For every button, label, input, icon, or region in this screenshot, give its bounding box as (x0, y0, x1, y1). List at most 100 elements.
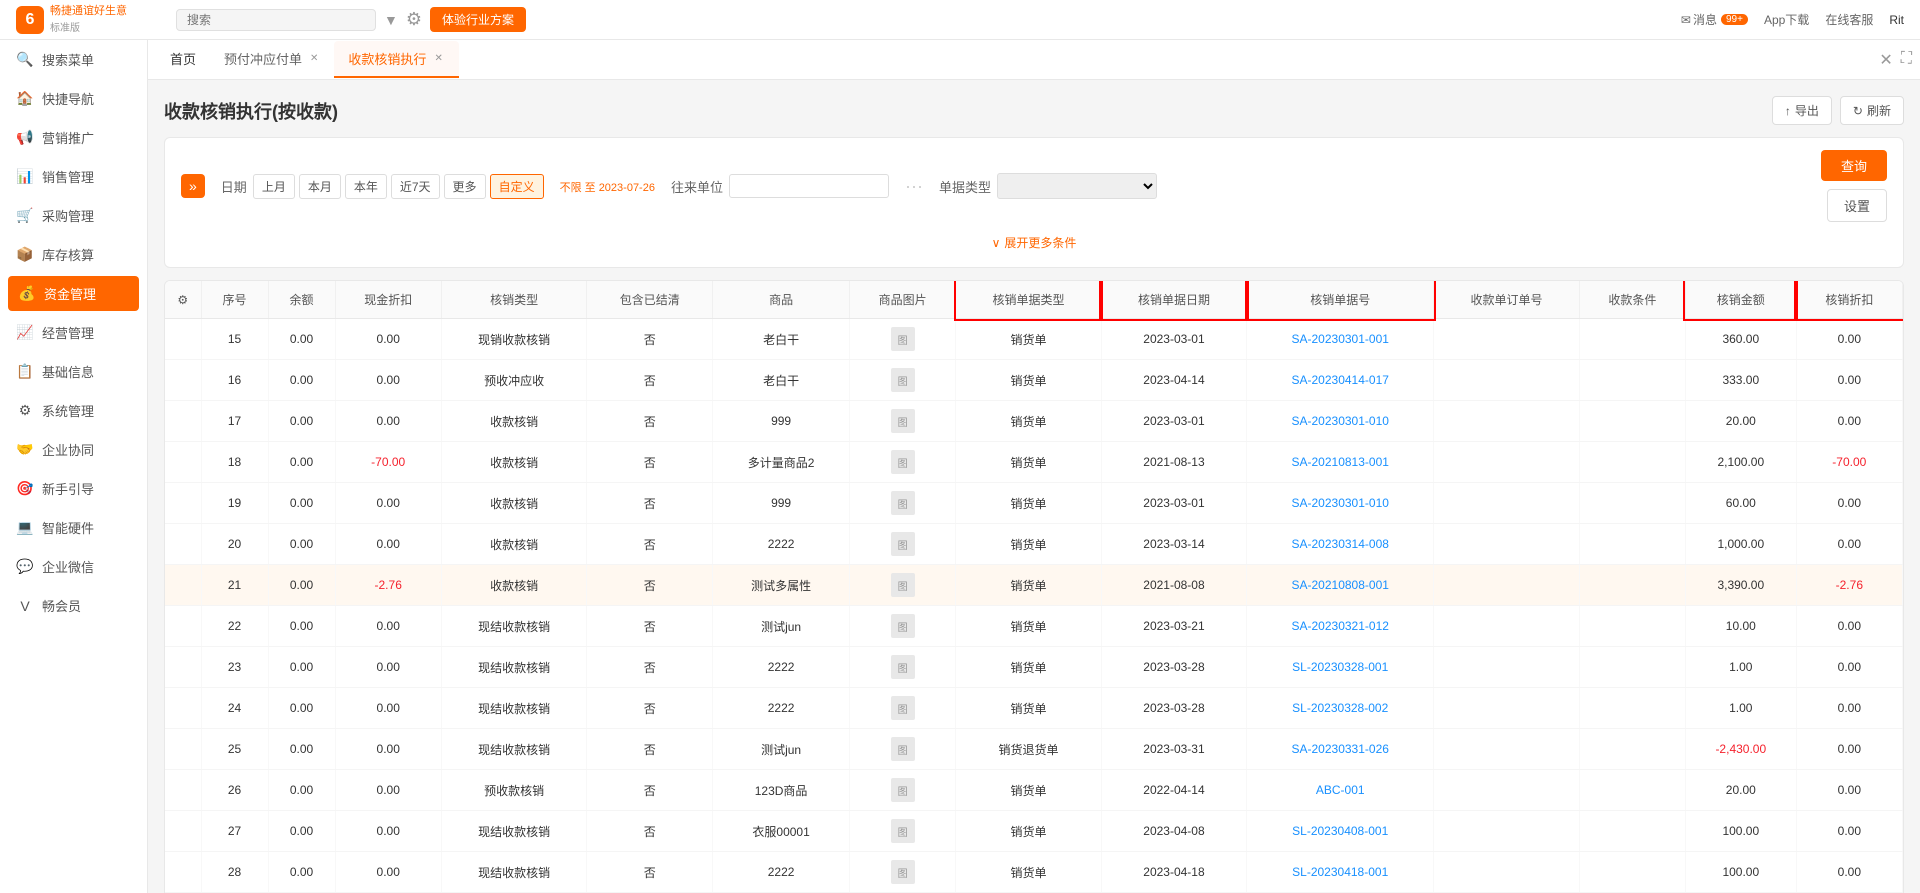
cell-cancel-discount: 0.00 (1796, 483, 1902, 524)
online-service[interactable]: 在线客服 (1825, 11, 1873, 28)
cell-goods-img: 图 (849, 688, 955, 729)
cell-cancel-no[interactable]: ABC-001 (1247, 770, 1434, 811)
sidebar-item-vip[interactable]: V 畅会员 (0, 586, 147, 625)
cell-goods-img: 图 (849, 811, 955, 852)
guide-icon: 🎯 (16, 480, 34, 498)
tab-prepay[interactable]: 预付冲应付单 ✕ (210, 41, 334, 78)
sidebar-item-system[interactable]: ⚙ 系统管理 (0, 391, 147, 430)
cell-no: 18 (201, 442, 268, 483)
cell-balance: 0.00 (268, 483, 335, 524)
header-actions: ↑ 导出 ↻ 刷新 (1772, 96, 1904, 125)
app-download[interactable]: App下载 (1764, 11, 1809, 28)
sidebar-label-operation: 经营管理 (42, 323, 94, 342)
cell-balance: 0.00 (268, 647, 335, 688)
counterpart-input[interactable] (729, 174, 889, 198)
export-label: 导出 (1795, 102, 1819, 119)
cell-cancel-no[interactable]: SA-20230301-010 (1247, 401, 1434, 442)
date-btn-custom[interactable]: 自定义 (490, 174, 544, 199)
export-btn[interactable]: ↑ 导出 (1772, 96, 1832, 125)
content-area: 首页 预付冲应付单 ✕ 收款核销执行 ✕ ✕ ⛶ 收款核销执行(按收款) (148, 40, 1920, 893)
cell-cancel-voucher-type: 销货单 (956, 319, 1101, 360)
cell-receipt-order-no (1434, 811, 1579, 852)
cell-cancel-no[interactable]: SA-20210813-001 (1247, 442, 1434, 483)
cell-no: 16 (201, 360, 268, 401)
cell-receipt-order-no (1434, 688, 1579, 729)
table-row: 22 0.00 0.00 现结收款核销 否 测试jun 图 销货单 2023-0… (165, 606, 1903, 647)
sidebar-item-search[interactable]: 🔍 搜索菜单 (0, 40, 147, 79)
sidebar-item-enterprise[interactable]: 🤝 企业协同 (0, 430, 147, 469)
col-cancel-date: 核销单据日期 (1101, 281, 1246, 319)
cell-cancel-type: 现结收款核销 (441, 852, 586, 893)
date-btn-this-month[interactable]: 本月 (299, 174, 341, 199)
dropdown-icon[interactable]: ▼ (384, 12, 398, 28)
cell-cancel-no[interactable]: SL-20230328-001 (1247, 647, 1434, 688)
tab-home[interactable]: 首页 (156, 41, 210, 78)
cell-settings (165, 606, 201, 647)
sidebar-item-operation[interactable]: 📈 经营管理 (0, 313, 147, 352)
cell-cancel-no[interactable]: SL-20230408-001 (1247, 811, 1434, 852)
sidebar-item-capital[interactable]: 💰 资金管理 (8, 276, 139, 311)
cell-receipt-order-no (1434, 401, 1579, 442)
filter-voucher-type: 单据类型 (939, 173, 1157, 199)
date-btn-7days[interactable]: 近7天 (391, 174, 440, 199)
cell-cancel-no[interactable]: SA-20210808-001 (1247, 565, 1434, 606)
query-btn[interactable]: 查询 (1821, 150, 1887, 181)
cell-receipt-order-no (1434, 360, 1579, 401)
cell-cancel-no[interactable]: SL-20230328-002 (1247, 688, 1434, 729)
sidebar-item-smart-hw[interactable]: 💻 智能硬件 (0, 508, 147, 547)
cell-receipt-order-no (1434, 606, 1579, 647)
sidebar-item-quick-nav[interactable]: 🏠 快捷导航 (0, 79, 147, 118)
cell-cancel-amount: 60.00 (1685, 483, 1796, 524)
cell-included: 否 (587, 401, 713, 442)
cell-goods-img: 图 (849, 483, 955, 524)
cell-cancel-no[interactable]: SA-20230301-001 (1247, 319, 1434, 360)
voucher-type-select[interactable] (997, 173, 1157, 199)
tab-fullscreen-icon[interactable]: ⛶ (1901, 50, 1912, 70)
refresh-btn[interactable]: ↻ 刷新 (1840, 96, 1904, 125)
filter-row: » 日期 上月 本月 本年 近7天 更多 自定义 (181, 150, 1887, 222)
cell-cancel-no[interactable]: SA-20230314-008 (1247, 524, 1434, 565)
sidebar-item-sales[interactable]: 📊 销售管理 (0, 157, 147, 196)
sidebar-item-wechat[interactable]: 💬 企业微信 (0, 547, 147, 586)
date-btn-this-year[interactable]: 本年 (345, 174, 387, 199)
cell-cancel-no[interactable]: SA-20230321-012 (1247, 606, 1434, 647)
top-search-input[interactable] (176, 9, 376, 31)
tab-close-all-icon[interactable]: ✕ (1879, 50, 1892, 70)
expand-more-area: ∨ 展开更多条件 (181, 230, 1887, 255)
cell-cash-discount: 0.00 (335, 360, 441, 401)
sidebar-item-guide[interactable]: 🎯 新手引导 (0, 469, 147, 508)
settings-icon[interactable]: ⚙ (406, 9, 422, 30)
table-row: 16 0.00 0.00 预收冲应收 否 老白干 图 销货单 2023-04-1… (165, 360, 1903, 401)
date-btn-more[interactable]: 更多 (444, 174, 486, 199)
table-row: 27 0.00 0.00 现结收款核销 否 衣服00001 图 销货单 2023… (165, 811, 1903, 852)
sidebar-label-wechat: 企业微信 (42, 557, 94, 576)
cell-cancel-no[interactable]: SA-20230331-026 (1247, 729, 1434, 770)
sidebar-item-purchase[interactable]: 🛒 采购管理 (0, 196, 147, 235)
wechat-icon: 💬 (16, 558, 34, 576)
cell-cancel-no[interactable]: SA-20230301-010 (1247, 483, 1434, 524)
cell-receipt-order-no (1434, 770, 1579, 811)
message-label: 消息 (1693, 11, 1717, 28)
tab-receipt-close[interactable]: ✕ (432, 51, 444, 66)
settings-btn[interactable]: 设置 (1827, 189, 1887, 222)
sidebar-item-basic[interactable]: 📋 基础信息 (0, 352, 147, 391)
tab-receipt[interactable]: 收款核销执行 ✕ (334, 41, 458, 78)
tab-prepay-close[interactable]: ✕ (308, 51, 320, 66)
cell-receipt-condition (1579, 565, 1685, 606)
message-area[interactable]: ✉ 消息 99+ (1681, 11, 1748, 28)
expand-more-btn[interactable]: ∨ 展开更多条件 (181, 230, 1887, 255)
main-layout: 🔍 搜索菜单 🏠 快捷导航 📢 营销推广 📊 销售管理 🛒 采购管理 📦 库存核… (0, 40, 1920, 893)
cell-cash-discount: 0.00 (335, 483, 441, 524)
cell-cancel-type: 现结收款核销 (441, 729, 586, 770)
sidebar-item-marketing[interactable]: 📢 营销推广 (0, 118, 147, 157)
col-receipt-condition: 收款条件 (1579, 281, 1685, 319)
industry-btn[interactable]: 体验行业方案 (430, 7, 526, 32)
sidebar-item-inventory[interactable]: 📦 库存核算 (0, 235, 147, 274)
cell-cancel-no[interactable]: SL-20230418-001 (1247, 852, 1434, 893)
col-settings[interactable]: ⚙ (165, 281, 201, 319)
user-name[interactable]: Rit (1889, 13, 1904, 27)
cell-cancel-type: 预收款核销 (441, 770, 586, 811)
cell-cancel-no[interactable]: SA-20230414-017 (1247, 360, 1434, 401)
expand-filter-btn[interactable]: » (181, 174, 205, 198)
date-btn-last-month[interactable]: 上月 (253, 174, 295, 199)
